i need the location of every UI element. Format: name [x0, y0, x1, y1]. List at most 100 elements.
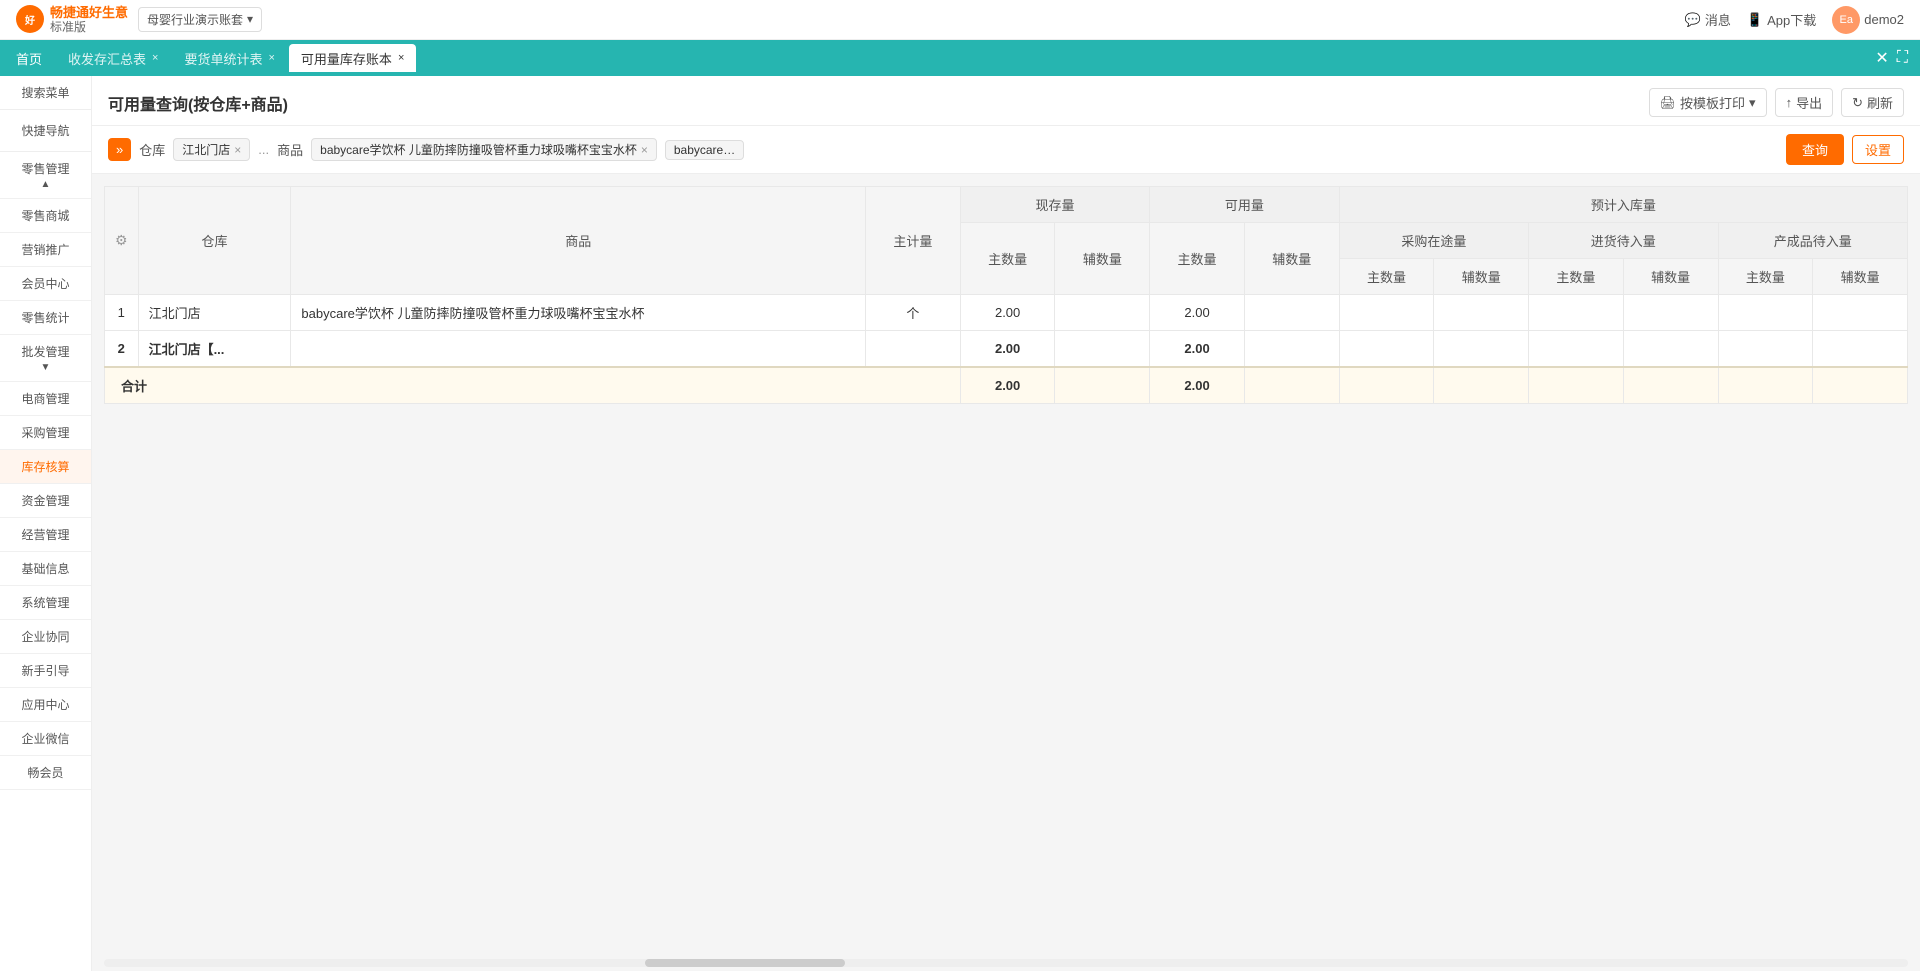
- row-avail-aux: [1244, 331, 1339, 368]
- total-purchase-aux: [1434, 367, 1529, 404]
- available-col-header: 可用量: [1150, 187, 1339, 223]
- sidebar-item-system[interactable]: 系统管理: [0, 586, 91, 620]
- sidebar-search[interactable]: 搜索菜单: [0, 76, 91, 110]
- sidebar-item-label: 批发管理: [21, 343, 69, 360]
- sidebar-item-retail-mgmt[interactable]: 零售管理 ▲: [0, 152, 91, 199]
- sidebar-item-retail-shop[interactable]: 零售商城: [0, 199, 91, 233]
- sidebar-item-basic-info[interactable]: 基础信息: [0, 552, 91, 586]
- print-icon: 🖨: [1660, 95, 1677, 111]
- warehouse-tag[interactable]: 江北门店 ×: [173, 138, 250, 161]
- sidebar-item-label: 畅会员: [27, 764, 63, 781]
- app-download-btn[interactable]: 📱 App下载: [1747, 10, 1816, 29]
- sidebar-item-wholesale-mgmt[interactable]: 批发管理 ▼: [0, 335, 91, 382]
- export-btn[interactable]: ↑ 导出: [1775, 88, 1834, 117]
- page-header-actions: 🖨 按模板打印 ▾ ↑ 导出 ↻ 刷新: [1649, 88, 1905, 117]
- product-main-qty-header: 主数量: [1718, 259, 1813, 295]
- main-unit-col-header: 主计量: [866, 187, 961, 295]
- tag-close-icon[interactable]: ×: [234, 143, 241, 157]
- row-product-main: [1718, 295, 1813, 331]
- sidebar-item-inventory[interactable]: 库存核算: [0, 450, 91, 484]
- tab-order-stats[interactable]: 要货单统计表 ×: [172, 44, 286, 72]
- sidebar-item-label: 零售统计: [21, 309, 69, 326]
- sidebar-item-purchase[interactable]: 采购管理: [0, 416, 91, 450]
- row-product-aux: [1813, 295, 1908, 331]
- tab-close-icon[interactable]: ×: [398, 52, 404, 64]
- expand-filter-btn[interactable]: »: [108, 138, 131, 161]
- tab-home[interactable]: 首页: [4, 44, 54, 72]
- row-product: [291, 331, 866, 368]
- sidebar-item-marketing[interactable]: 营销推广: [0, 233, 91, 267]
- tab-close-icon[interactable]: ×: [268, 52, 274, 64]
- sidebar-item-operations[interactable]: 经营管理: [0, 518, 91, 552]
- table-row: 1 江北门店 babycare学饮杯 儿童防摔防撞吸管杯重力球吸嘴杯宝宝水杯 个…: [105, 295, 1908, 331]
- stock-aux-qty-header: 辅数量: [1055, 223, 1150, 295]
- sidebar-item-label: 新手引导: [21, 662, 69, 679]
- sidebar-item-vip[interactable]: 畅会员: [0, 756, 91, 790]
- logo-area: 好 畅捷通好生意 标准版: [16, 5, 128, 35]
- sidebar-item-ecommerce[interactable]: 电商管理: [0, 382, 91, 416]
- total-stock-aux: [1055, 367, 1150, 404]
- user-profile-btn[interactable]: Ea demo2: [1832, 6, 1904, 34]
- sidebar-item-label: 会员中心: [21, 275, 69, 292]
- logo-text: 畅捷通好生意 标准版: [50, 5, 128, 35]
- sidebar-item-label: 采购管理: [21, 424, 69, 441]
- scrollbar-thumb[interactable]: [645, 959, 845, 967]
- message-btn[interactable]: 💬 消息: [1685, 10, 1731, 29]
- sidebar-item-finance[interactable]: 资金管理: [0, 484, 91, 518]
- product-tag2[interactable]: babycare…: [665, 140, 744, 160]
- avail-aux-qty-header: 辅数量: [1244, 223, 1339, 295]
- expand-icon[interactable]: ⛶: [1897, 49, 1908, 67]
- total-stock-main: 2.00: [960, 367, 1055, 404]
- sidebar-item-label: 系统管理: [21, 594, 69, 611]
- sidebar-item-enterprise[interactable]: 企业协同: [0, 620, 91, 654]
- warehouse-col-header: 仓库: [138, 187, 291, 295]
- row-main-unit: 个: [866, 295, 961, 331]
- sidebar-item-label: 电商管理: [21, 390, 69, 407]
- message-icon: 💬: [1685, 12, 1701, 28]
- table-scrollbar[interactable]: [104, 959, 1908, 967]
- quick-nav-label[interactable]: 快捷导航: [0, 118, 91, 143]
- tab-receipt-summary[interactable]: 收发存汇总表 ×: [56, 44, 170, 72]
- total-product-main: [1718, 367, 1813, 404]
- filter-dots[interactable]: ...: [258, 142, 269, 157]
- total-row: 合计 2.00 2.00: [105, 367, 1908, 404]
- settings-icon[interactable]: ⚙: [115, 232, 128, 248]
- product-tag[interactable]: babycare学饮杯 儿童防摔防撞吸管杯重力球吸嘴杯宝宝水杯 ×: [311, 138, 657, 161]
- table-row: 2 江北门店【... 2.00 2.00: [105, 331, 1908, 368]
- sidebar-item-retail-stats[interactable]: 零售统计: [0, 301, 91, 335]
- total-incoming-aux: [1623, 367, 1718, 404]
- sidebar-item-newcomer[interactable]: 新手引导: [0, 654, 91, 688]
- refresh-btn[interactable]: ↻ 刷新: [1841, 88, 1904, 117]
- home-tab-label: 首页: [16, 49, 42, 68]
- arrow-icon: ▲: [41, 179, 51, 190]
- row-product-main: [1718, 331, 1813, 368]
- sidebar-item-member[interactable]: 会员中心: [0, 267, 91, 301]
- close-window-icon[interactable]: ✕: [1875, 48, 1888, 68]
- purchase-aux-qty-header: 辅数量: [1434, 259, 1529, 295]
- product-filter-label: 商品: [277, 140, 303, 159]
- setting-btn[interactable]: 设置: [1852, 135, 1904, 164]
- tab-close-icon[interactable]: ×: [152, 52, 158, 64]
- planned-inbound-col-header: 预计入库量: [1339, 187, 1907, 223]
- sidebar-nav[interactable]: 快捷导航: [0, 110, 91, 152]
- row-incoming-aux: [1623, 331, 1718, 368]
- total-avail-main: 2.00: [1150, 367, 1245, 404]
- industry-selector[interactable]: 母婴行业演示账套 ▾: [138, 7, 262, 32]
- row-warehouse: 江北门店: [138, 295, 291, 331]
- print-btn[interactable]: 🖨 按模板打印 ▾: [1649, 88, 1767, 117]
- sidebar-item-app-center[interactable]: 应用中心: [0, 688, 91, 722]
- tag-close-icon[interactable]: ×: [641, 143, 648, 157]
- total-incoming-main: [1529, 367, 1624, 404]
- row-stock-main: 2.00: [960, 295, 1055, 331]
- search-menu-label[interactable]: 搜索菜单: [8, 84, 83, 101]
- sidebar-item-wechat[interactable]: 企业微信: [0, 722, 91, 756]
- row-main-unit: [866, 331, 961, 368]
- sidebar-item-label: 库存核算: [21, 458, 69, 475]
- tab-available-inventory[interactable]: 可用量库存账本 ×: [289, 44, 416, 72]
- incoming-pending-header: 进货待入量: [1529, 223, 1718, 259]
- tab-label: 收发存汇总表: [68, 49, 146, 68]
- chevron-down-icon: ▾: [247, 12, 253, 26]
- query-btn[interactable]: 查询: [1786, 134, 1844, 165]
- incoming-main-qty-header: 主数量: [1529, 259, 1624, 295]
- row-incoming-main: [1529, 295, 1624, 331]
